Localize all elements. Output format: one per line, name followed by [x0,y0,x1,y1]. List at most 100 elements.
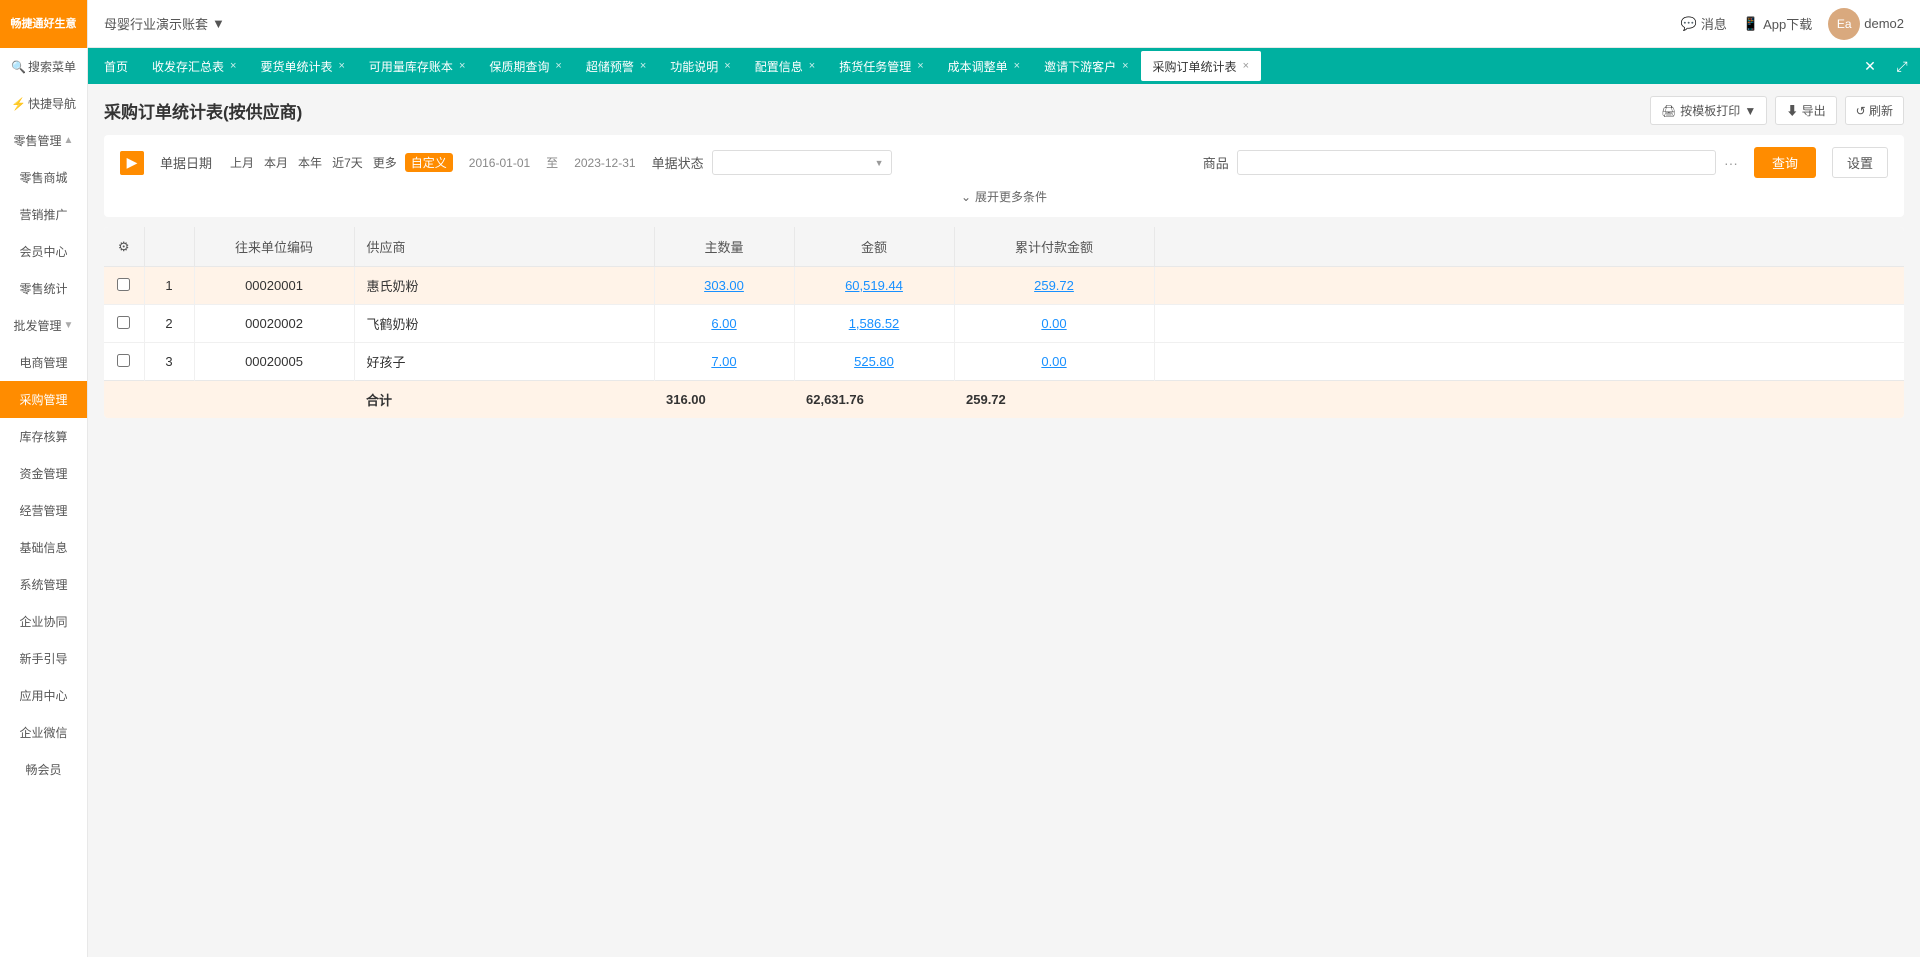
user-menu[interactable]: Ea demo2 [1828,8,1904,40]
tab-overstock[interactable]: 超储预警 × [574,51,658,81]
row-amount[interactable]: 60,519.44 [794,267,954,305]
tab-order-stat[interactable]: 要货单统计表 × [248,51,356,81]
sidebar-item-retail-mall[interactable]: 零售商城 [0,159,87,196]
tab-home[interactable]: 首页 [92,51,140,81]
sidebar-item-member[interactable]: 会员中心 [0,233,87,270]
row-checkbox[interactable] [104,343,144,381]
sidebar-item-newguide[interactable]: 新手引导 [0,640,87,677]
sidebar-item-wechat[interactable]: 企业微信 [0,714,87,751]
row-extra [1154,343,1904,381]
row-checkbox[interactable] [104,267,144,305]
row-supplier: 惠氏奶粉 [354,267,654,305]
tab-inventory-book[interactable]: 可用量库存账本 × [357,51,477,81]
close-tab-button[interactable]: ✕ [1856,52,1884,80]
expand-label: 展开更多条件 [975,188,1047,205]
tab-label: 保质期查询 [489,58,549,75]
row-amount[interactable]: 1,586.52 [794,305,954,343]
tab-close-icon[interactable]: × [1122,60,1128,72]
row-checkbox[interactable] [104,305,144,343]
topbar: 母婴行业演示账套 ▼ 💬 消息 📱 App下载 Ea demo2 [88,0,1920,48]
topbar-left: 母婴行业演示账套 ▼ [104,14,225,33]
sidebar-item-retail-mgmt[interactable]: 零售管理 ▲ [0,122,87,159]
status-select[interactable] [712,150,892,175]
tab-label: 拣货任务管理 [839,58,911,75]
tab-close-icon[interactable]: × [338,60,344,72]
tab-close-icon[interactable]: × [917,60,923,72]
sidebar-item-marketing[interactable]: 营销推广 [0,196,87,233]
sidebar-item-system[interactable]: 系统管理 [0,566,87,603]
shortcut-year[interactable]: 本年 [296,153,324,172]
sidebar-item-retail-stat[interactable]: 零售统计 [0,270,87,307]
row-paid[interactable]: 0.00 [954,343,1154,381]
sidebar-item-basic-info[interactable]: 基础信息 [0,529,87,566]
filter-toggle-button[interactable]: ▶ [120,151,144,175]
footer-amount: 62,631.76 [794,381,954,419]
tab-config[interactable]: 配置信息 × [743,51,827,81]
row-amount[interactable]: 525.80 [794,343,954,381]
tab-function[interactable]: 功能说明 × [658,51,742,81]
sidebar-item-label: 营销推广 [19,206,67,223]
sidebar-item-ecommerce[interactable]: 电商管理 [0,344,87,381]
sidebar-item-search[interactable]: 🔍 搜索菜单 [0,48,87,85]
export-button[interactable]: ⬇ 导出 [1775,96,1836,125]
refresh-button[interactable]: ↺ 刷新 [1845,96,1904,125]
sidebar-item-vip[interactable]: 畅会员 [0,751,87,788]
account-dropdown[interactable]: 母婴行业演示账套 ▼ [104,14,225,33]
more-options-icon[interactable]: ··· [1724,155,1738,171]
custom-date-badge[interactable]: 自定义 [405,153,453,172]
sidebar-item-appcenter[interactable]: 应用中心 [0,677,87,714]
row-qty[interactable]: 303.00 [654,267,794,305]
row-paid[interactable]: 259.72 [954,267,1154,305]
query-button[interactable]: 查询 [1754,147,1816,178]
expand-more-button[interactable]: ⌄ 展开更多条件 [961,188,1047,205]
sidebar-item-enterprise[interactable]: 企业协同 [0,603,87,640]
shortcut-prev-month[interactable]: 上月 [228,153,256,172]
footer-row: 合计 316.00 62,631.76 259.72 [104,381,1904,419]
sidebar-item-operations[interactable]: 经营管理 [0,492,87,529]
row-qty[interactable]: 7.00 [654,343,794,381]
shortcut-more[interactable]: 更多 [371,153,399,172]
sidebar-item-label: 库存核算 [19,428,67,445]
sidebar-item-inventory[interactable]: 库存核算 [0,418,87,455]
goods-input[interactable] [1237,150,1716,175]
tab-close-icon[interactable]: × [724,60,730,72]
tab-close-icon[interactable]: × [1014,60,1020,72]
sidebar-item-purchase[interactable]: 采购管理 [0,381,87,418]
tab-expiry[interactable]: 保质期查询 × [477,51,573,81]
settings-button[interactable]: 设置 [1832,147,1888,178]
app-download-button[interactable]: 📱 App下载 [1743,14,1812,33]
tab-close-icon[interactable]: × [459,60,465,72]
tab-purchase-stat[interactable]: 采购订单统计表 × [1141,51,1261,81]
avatar: Ea [1828,8,1860,40]
tab-cost-adjust[interactable]: 成本调整单 × [936,51,1032,81]
tab-close-icon[interactable]: × [809,60,815,72]
content-area: 采购订单统计表(按供应商) 🖨 按模板打印 ▼ ⬇ 导出 ↺ 刷新 [88,84,1920,957]
account-name: 母婴行业演示账套 [104,14,208,33]
print-button[interactable]: 🖨 按模板打印 ▼ [1650,96,1767,125]
tab-close-icon[interactable]: × [555,60,561,72]
sidebar-item-quicknav[interactable]: ⚡ 快捷导航 [0,85,87,122]
tab-close-icon[interactable]: × [1243,60,1249,72]
tab-receivables[interactable]: 收发存汇总表 × [140,51,248,81]
shortcut-7days[interactable]: 近7天 [330,153,365,172]
row-paid[interactable]: 0.00 [954,305,1154,343]
tab-picking[interactable]: 拣货任务管理 × [827,51,935,81]
row-code: 00020005 [194,343,354,381]
shortcut-month[interactable]: 本月 [262,153,290,172]
tab-close-icon[interactable]: × [640,60,646,72]
row-qty[interactable]: 6.00 [654,305,794,343]
chevron-down-icon: ▼ [1744,104,1756,118]
export-label: 导出 [1802,104,1826,118]
sidebar-item-wholesale[interactable]: 批发管理 ▼ [0,307,87,344]
row-supplier: 好孩子 [354,343,654,381]
col-settings[interactable]: ⚙ [104,227,144,267]
maximize-button[interactable]: ⤢ [1888,52,1916,80]
status-select-wrapper[interactable] [712,150,892,175]
tab-label: 收发存汇总表 [152,58,224,75]
tab-invite[interactable]: 邀请下游客户 × [1032,51,1140,81]
refresh-icon: ↺ [1856,104,1866,118]
message-button[interactable]: 💬 消息 [1681,14,1727,33]
sidebar-item-finance[interactable]: 资金管理 [0,455,87,492]
tab-close-icon[interactable]: × [230,60,236,72]
status-filter-field: 单据状态 [652,150,1187,175]
